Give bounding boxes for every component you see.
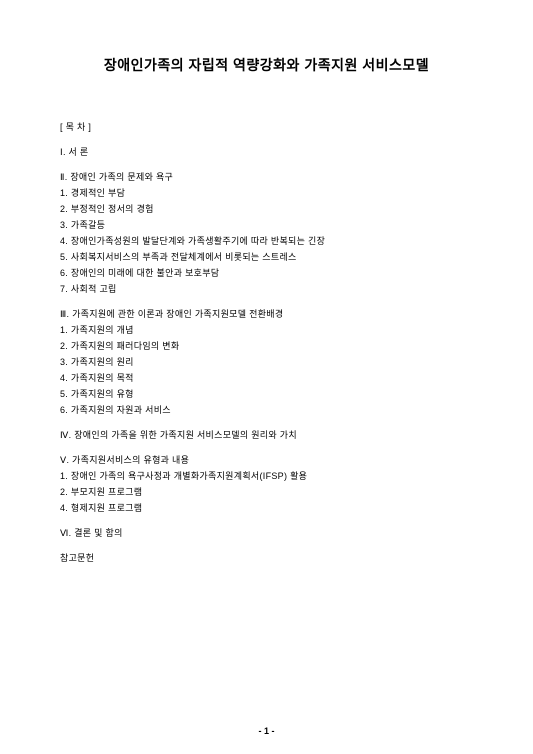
section-6: Ⅵ. 결론 및 함의: [60, 526, 473, 539]
section-3-heading: Ⅲ. 가족지원에 관한 이론과 장애인 가족지원모델 전환배경: [60, 307, 473, 320]
section-2-heading: Ⅱ. 장애인 가족의 문제와 욕구: [60, 170, 473, 183]
section-5: Ⅴ. 가족지원서비스의 유형과 내용 1. 장애인 가족의 욕구사정과 개별화가…: [60, 453, 473, 514]
section-2-item: 6. 장애인의 미래에 대한 불안과 보호부담: [60, 266, 473, 279]
section-2-item: 4. 장애인가족성원의 발달단계와 가족생활주기에 따라 반복되는 긴장: [60, 234, 473, 247]
section-3-item: 4. 가족지원의 목적: [60, 371, 473, 384]
page-number: - 1 -: [0, 726, 533, 736]
toc-label: [ 목 차 ]: [60, 120, 473, 133]
section-3-item: 1. 가족지원의 개념: [60, 323, 473, 336]
section-5-item: 1. 장애인 가족의 욕구사정과 개별화가족지원계획서(IFSP) 활용: [60, 469, 473, 482]
section-5-heading: Ⅴ. 가족지원서비스의 유형과 내용: [60, 453, 473, 466]
section-2-item: 5. 사회복지서비스의 부족과 전달체계에서 비롯되는 스트레스: [60, 250, 473, 263]
section-1-heading: Ⅰ. 서 론: [60, 145, 473, 158]
document-title: 장애인가족의 자립적 역량강화와 가족지원 서비스모델: [60, 55, 473, 75]
section-5-item: 4. 형제지원 프로그램: [60, 501, 473, 514]
section-2-item: 3. 가족갈등: [60, 218, 473, 231]
section-3-item: 5. 가족지원의 유형: [60, 387, 473, 400]
section-7-heading: 참고문헌: [60, 551, 473, 564]
section-3-item: 6. 가족지원의 자원과 서비스: [60, 403, 473, 416]
section-6-heading: Ⅵ. 결론 및 함의: [60, 526, 473, 539]
section-4-heading: Ⅳ. 장애인의 가족을 위한 가족지원 서비스모델의 원리와 가치: [60, 428, 473, 441]
section-2-item: 1. 경제적인 부담: [60, 186, 473, 199]
section-7: 참고문헌: [60, 551, 473, 564]
section-3-item: 2. 가족지원의 패러다임의 변화: [60, 339, 473, 352]
section-4: Ⅳ. 장애인의 가족을 위한 가족지원 서비스모델의 원리와 가치: [60, 428, 473, 441]
section-2: Ⅱ. 장애인 가족의 문제와 욕구 1. 경제적인 부담 2. 부정적인 정서의…: [60, 170, 473, 295]
section-5-item: 2. 부모지원 프로그램: [60, 485, 473, 498]
section-1: Ⅰ. 서 론: [60, 145, 473, 158]
section-2-item: 2. 부정적인 정서의 경험: [60, 202, 473, 215]
section-3: Ⅲ. 가족지원에 관한 이론과 장애인 가족지원모델 전환배경 1. 가족지원의…: [60, 307, 473, 416]
section-3-item: 3. 가족지원의 원리: [60, 355, 473, 368]
section-2-item: 7. 사회적 고립: [60, 282, 473, 295]
